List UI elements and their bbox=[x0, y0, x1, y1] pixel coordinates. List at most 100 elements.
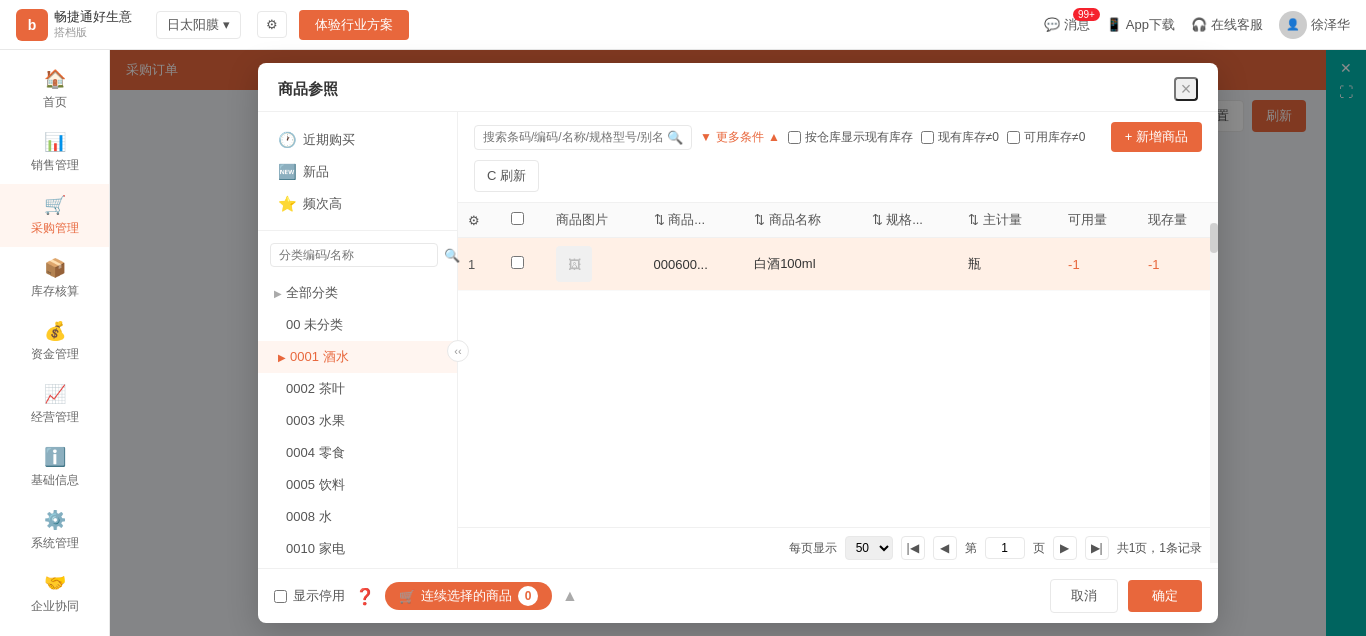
col-name[interactable]: ⇅ 商品名称 bbox=[744, 203, 861, 238]
quick-recent-button[interactable]: 🕐 近期购买 bbox=[270, 124, 445, 156]
table-header-row: ⚙ 商品图片 ⇅ 商品... bbox=[458, 203, 1218, 238]
sidebar-item-basic-info[interactable]: ℹ️ 基础信息 bbox=[0, 436, 109, 499]
col-spec[interactable]: ⇅ 规格... bbox=[862, 203, 959, 238]
divider bbox=[258, 230, 457, 231]
cat-item-00[interactable]: 00 未分类 bbox=[258, 309, 457, 341]
sidebar-item-operations[interactable]: 📈 经营管理 bbox=[0, 373, 109, 436]
col-checkbox[interactable] bbox=[501, 203, 546, 238]
cat-item-0005[interactable]: 0005 饮料 bbox=[258, 469, 457, 501]
sales-icon: 📊 bbox=[44, 131, 66, 153]
quick-new-button[interactable]: 🆕 新品 bbox=[270, 156, 445, 188]
checkbox-usable-neq0-label[interactable]: 可用库存≠0 bbox=[1007, 129, 1085, 146]
category-search-row: 🔍 bbox=[258, 237, 457, 273]
show-disabled-checkbox[interactable] bbox=[274, 590, 287, 603]
cat-item-0008[interactable]: 0008 水 bbox=[258, 501, 457, 533]
cat-item-all[interactable]: ▶ 全部分类 bbox=[258, 277, 457, 309]
cat-item-0002[interactable]: 0002 茶叶 bbox=[258, 373, 457, 405]
page-number-input[interactable] bbox=[985, 537, 1025, 559]
category-search-input[interactable] bbox=[270, 243, 438, 267]
quick-frequent-label: 频次高 bbox=[303, 195, 342, 213]
sidebar-item-enterprise[interactable]: 🤝 企业协同 bbox=[0, 562, 109, 625]
per-page-select[interactable]: 50 bbox=[845, 536, 893, 560]
modal-footer: 显示停用 ❓ 🛒 连续选择的商品 0 ▲ 取消 确定 bbox=[258, 568, 1218, 623]
product-search-icon[interactable]: 🔍 bbox=[667, 130, 683, 145]
add-product-button[interactable]: + 新增商品 bbox=[1111, 122, 1202, 152]
sidebar-item-finance[interactable]: 💰 资金管理 bbox=[0, 310, 109, 373]
checkbox-warehouse-text: 按仓库显示现有库存 bbox=[805, 129, 913, 146]
message-icon: 💬 bbox=[1044, 17, 1060, 32]
page-first-button[interactable]: |◀ bbox=[901, 536, 925, 560]
sidebar-item-home[interactable]: 🏠 首页 bbox=[0, 58, 109, 121]
trial-button[interactable]: 体验行业方案 bbox=[299, 10, 409, 40]
inventory-icon: 📦 bbox=[44, 257, 66, 279]
notifications-button[interactable]: 💬 消息 99+ bbox=[1044, 16, 1090, 34]
logo-icon: b bbox=[16, 9, 48, 41]
filter-more-button[interactable]: ▼ 更多条件 ▲ bbox=[700, 129, 780, 146]
row-checkbox[interactable] bbox=[511, 256, 524, 269]
info-icon: ℹ️ bbox=[44, 446, 66, 468]
checkbox-available-neq0-label[interactable]: 现有库存≠0 bbox=[921, 129, 999, 146]
cat-item-0003[interactable]: 0003 水果 bbox=[258, 405, 457, 437]
quick-new-label: 新品 bbox=[303, 163, 329, 181]
quick-frequent-button[interactable]: ⭐ 频次高 bbox=[270, 188, 445, 220]
checkbox-warehouse-label[interactable]: 按仓库显示现有库存 bbox=[788, 129, 913, 146]
cart-count-badge: 0 bbox=[518, 586, 538, 606]
collapse-left-panel-button[interactable]: ‹‹ bbox=[447, 340, 469, 362]
show-disabled-label[interactable]: 显示停用 bbox=[274, 587, 345, 605]
checkbox-available-neq0[interactable] bbox=[921, 131, 934, 144]
app-download-button[interactable]: 📱 App下载 bbox=[1106, 16, 1175, 34]
select-all-checkbox[interactable] bbox=[511, 212, 524, 225]
col-image: 商品图片 bbox=[546, 203, 644, 238]
sidebar-item-enterprise-label: 企业协同 bbox=[31, 598, 79, 615]
cat-label-0002: 0002 茶叶 bbox=[286, 380, 345, 398]
cat-item-0001[interactable]: ▶ 0001 酒水 bbox=[258, 341, 457, 373]
help-icon[interactable]: ❓ bbox=[355, 587, 375, 606]
checkbox-usable-neq0[interactable] bbox=[1007, 131, 1020, 144]
cart-icon: 🛒 bbox=[399, 589, 415, 604]
operations-icon: 📈 bbox=[44, 383, 66, 405]
modal-close-button[interactable]: × bbox=[1174, 77, 1198, 101]
nav-selector[interactable]: 日太阳膜 ▾ bbox=[156, 11, 241, 39]
col-unit[interactable]: ⇅ 主计量 bbox=[958, 203, 1058, 238]
sidebar-item-system[interactable]: ⚙️ 系统管理 bbox=[0, 499, 109, 562]
search-icon[interactable]: 🔍 bbox=[444, 248, 460, 263]
checkbox-warehouse[interactable] bbox=[788, 131, 801, 144]
row-unit: 瓶 bbox=[958, 238, 1058, 291]
confirm-button[interactable]: 确定 bbox=[1128, 580, 1202, 612]
row-spec bbox=[862, 238, 959, 291]
cat-label-all: 全部分类 bbox=[286, 284, 338, 302]
collapse-footer-icon[interactable]: ▲ bbox=[562, 587, 578, 605]
cat-item-0004[interactable]: 0004 零食 bbox=[258, 437, 457, 469]
sidebar-item-sales[interactable]: 📊 销售管理 bbox=[0, 121, 109, 184]
system-icon: ⚙️ bbox=[44, 509, 66, 531]
sidebar-item-basic-info-label: 基础信息 bbox=[31, 472, 79, 489]
sidebar-item-guide[interactable]: 🎯 新手引导 bbox=[0, 625, 109, 636]
category-list: ▶ 全部分类 00 未分类 ▶ 0001 酒水 0002 茶 bbox=[258, 273, 457, 560]
user-profile-button[interactable]: 👤 徐泽华 bbox=[1279, 11, 1350, 39]
col-settings[interactable]: ⚙ bbox=[458, 203, 501, 238]
sidebar-item-purchase[interactable]: 🛒 采购管理 bbox=[0, 184, 109, 247]
page-next-button[interactable]: ▶ bbox=[1053, 536, 1077, 560]
gear-settings-button[interactable]: ⚙ bbox=[257, 11, 287, 38]
row-checkbox-cell[interactable] bbox=[501, 238, 546, 291]
table-row[interactable]: 1 🖼 bbox=[458, 238, 1218, 291]
scrollbar-track bbox=[1210, 223, 1218, 527]
sidebar-item-inventory[interactable]: 📦 库存核算 bbox=[0, 247, 109, 310]
chevron-up-icon: ▲ bbox=[768, 130, 780, 144]
page-prev-button[interactable]: ◀ bbox=[933, 536, 957, 560]
product-table-container: ⚙ 商品图片 ⇅ 商品... bbox=[458, 203, 1218, 527]
cart-button[interactable]: 🛒 连续选择的商品 0 bbox=[385, 582, 552, 610]
cancel-button[interactable]: 取消 bbox=[1050, 579, 1118, 613]
filter-bar: 🔍 ▼ 更多条件 ▲ 按仓库显示现有库存 bbox=[458, 112, 1218, 203]
cat-item-0010[interactable]: 0010 家电 bbox=[258, 533, 457, 560]
modal-right-panel: 🔍 ▼ 更多条件 ▲ 按仓库显示现有库存 bbox=[458, 112, 1218, 568]
cat-label-0010: 0010 家电 bbox=[286, 540, 345, 558]
product-search-input[interactable] bbox=[483, 130, 663, 144]
sidebar-item-finance-label: 资金管理 bbox=[31, 346, 79, 363]
customer-service-button[interactable]: 🎧 在线客服 bbox=[1191, 16, 1263, 34]
page-last-button[interactable]: ▶| bbox=[1085, 536, 1109, 560]
scrollbar-thumb[interactable] bbox=[1210, 223, 1218, 253]
refresh-button[interactable]: C 刷新 bbox=[474, 160, 539, 192]
col-code[interactable]: ⇅ 商品... bbox=[644, 203, 745, 238]
product-table: ⚙ 商品图片 ⇅ 商品... bbox=[458, 203, 1218, 291]
